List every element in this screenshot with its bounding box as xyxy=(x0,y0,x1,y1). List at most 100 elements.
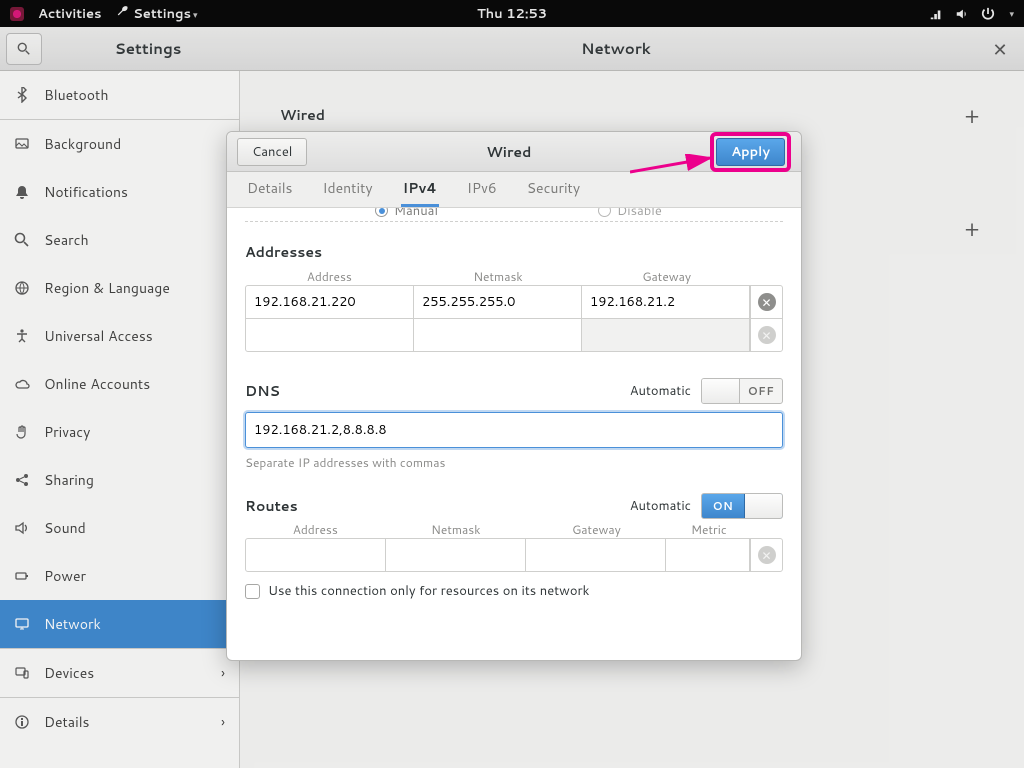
sidebar-item-label: Notifications xyxy=(44,182,225,202)
dns-automatic-switch[interactable]: OFF xyxy=(701,378,783,404)
address-1-netmask-input[interactable] xyxy=(414,319,581,351)
sidebar-item-label: Sharing xyxy=(44,470,225,490)
window-close-button[interactable]: ✕ xyxy=(984,33,1016,65)
network-icon xyxy=(14,616,30,632)
search-icon xyxy=(14,232,30,248)
connection-only-resources-checkbox[interactable] xyxy=(245,584,260,599)
sidebar-title: Settings xyxy=(48,38,248,59)
route-0-address-input[interactable] xyxy=(246,539,385,571)
chevron-right-icon: › xyxy=(221,663,225,683)
col-address: Address xyxy=(245,268,414,285)
hand-icon xyxy=(14,424,30,440)
page-title: Network xyxy=(248,38,984,59)
share-icon xyxy=(14,472,30,488)
routes-table: ✕ xyxy=(245,538,783,572)
add-connection-button[interactable]: + xyxy=(960,214,984,245)
accessibility-icon xyxy=(14,328,30,344)
route-0-remove-button[interactable]: ✕ xyxy=(750,539,782,571)
window-headerbar: Settings Network ✕ xyxy=(0,27,1024,71)
app-menu[interactable]: Settings▾ xyxy=(116,4,198,23)
dialog-tabs: Details Identity IPv4 IPv6 Security xyxy=(227,172,801,208)
sidebar-item-label: Online Accounts xyxy=(44,374,225,394)
chevron-down-icon: ▾ xyxy=(193,8,198,21)
sidebar-item-label: Sound xyxy=(44,518,225,538)
sidebar-item-network[interactable]: Network xyxy=(0,600,239,648)
sidebar-item-label: Details xyxy=(44,712,90,732)
wired-connection-dialog: Cancel Wired Apply Details Identity IPv4… xyxy=(226,131,802,661)
tab-security[interactable]: Security xyxy=(525,169,582,207)
network-status-icon[interactable] xyxy=(929,7,943,21)
address-0-netmask-input[interactable] xyxy=(414,286,581,318)
devices-icon xyxy=(14,665,30,681)
dns-servers-input[interactable] xyxy=(245,412,783,448)
sidebar-item-region-language[interactable]: Region & Language xyxy=(0,264,239,312)
address-1-address-input[interactable] xyxy=(246,319,413,351)
address-0-address-input[interactable] xyxy=(246,286,413,318)
gnome-topbar: Activities Settings▾ Thu 12:53 ▾ xyxy=(0,0,1024,27)
address-0-gateway-input[interactable] xyxy=(582,286,749,318)
tab-ipv4[interactable]: IPv4 xyxy=(401,169,439,207)
route-0-metric-input[interactable] xyxy=(666,539,749,571)
ipv4-method-disable-radio[interactable]: Disable xyxy=(598,208,662,220)
tab-ipv6[interactable]: IPv6 xyxy=(465,169,499,207)
sidebar-item-label: Devices xyxy=(44,663,94,683)
col-netmask: Netmask xyxy=(414,268,583,285)
addresses-table: ✕ ✕ xyxy=(245,285,783,352)
tab-details[interactable]: Details xyxy=(245,169,295,207)
clock[interactable]: Thu 12:53 xyxy=(477,5,547,23)
sidebar-item-privacy[interactable]: Privacy xyxy=(0,408,239,456)
sidebar-item-online-accounts[interactable]: Online Accounts xyxy=(0,360,239,408)
power-icon[interactable] xyxy=(981,7,995,21)
col-route-gateway: Gateway xyxy=(526,521,667,538)
sidebar-item-label: Region & Language xyxy=(44,278,225,298)
remove-icon: ✕ xyxy=(758,326,776,344)
sidebar-item-label: Background xyxy=(44,134,225,154)
sidebar-item-label: Privacy xyxy=(44,422,225,442)
sidebar-item-details[interactable]: Details › xyxy=(0,698,239,746)
dialog-title: Wired xyxy=(486,142,531,162)
chevron-right-icon: › xyxy=(221,712,225,732)
sidebar-search-button[interactable] xyxy=(6,33,42,65)
sidebar-item-background[interactable]: Background xyxy=(0,120,239,168)
dns-hint: Separate IP addresses with commas xyxy=(245,454,783,471)
sidebar-item-label: Universal Access xyxy=(44,326,225,346)
sidebar-item-sound[interactable]: Sound xyxy=(0,504,239,552)
power-icon xyxy=(14,568,30,584)
dns-heading: DNS xyxy=(245,381,280,401)
sidebar-item-devices[interactable]: Devices › xyxy=(0,649,239,697)
cloud-icon xyxy=(14,376,30,392)
routes-automatic-switch[interactable]: ON xyxy=(701,493,783,519)
sidebar-item-label: Power xyxy=(44,566,225,586)
route-0-gateway-input[interactable] xyxy=(526,539,665,571)
col-gateway: Gateway xyxy=(582,268,751,285)
radio-label: Manual xyxy=(394,208,438,220)
route-0-netmask-input[interactable] xyxy=(386,539,525,571)
search-icon xyxy=(17,42,31,56)
settings-sidebar: Bluetooth Background Notifications Searc… xyxy=(0,71,240,768)
address-0-remove-button[interactable]: ✕ xyxy=(750,286,782,318)
sidebar-item-bluetooth[interactable]: Bluetooth xyxy=(0,71,239,119)
sidebar-item-label: Search xyxy=(44,230,225,250)
tab-identity[interactable]: Identity xyxy=(321,169,375,207)
wired-section-title: Wired xyxy=(280,105,325,125)
sidebar-item-search[interactable]: Search xyxy=(0,216,239,264)
sidebar-item-notifications[interactable]: Notifications xyxy=(0,168,239,216)
bluetooth-icon xyxy=(14,87,30,103)
apply-button[interactable]: Apply xyxy=(716,138,785,166)
sidebar-item-universal-access[interactable]: Universal Access xyxy=(0,312,239,360)
sidebar-item-sharing[interactable]: Sharing xyxy=(0,456,239,504)
ipv4-method-manual-radio[interactable]: Manual xyxy=(375,208,438,220)
dns-automatic-label: Automatic xyxy=(630,382,691,400)
chevron-down-icon[interactable]: ▾ xyxy=(1009,7,1014,20)
cancel-button[interactable]: Cancel xyxy=(237,138,307,166)
radio-label: Disable xyxy=(617,208,662,220)
remove-icon: ✕ xyxy=(758,546,776,564)
switch-label: OFF xyxy=(740,379,782,403)
volume-icon[interactable] xyxy=(955,7,969,21)
wrench-icon xyxy=(116,4,130,18)
activities-button[interactable]: Activities xyxy=(38,5,102,23)
address-1-remove-button[interactable]: ✕ xyxy=(750,319,782,351)
add-wired-button[interactable]: + xyxy=(960,101,984,132)
col-route-netmask: Netmask xyxy=(386,521,527,538)
sidebar-item-power[interactable]: Power xyxy=(0,552,239,600)
